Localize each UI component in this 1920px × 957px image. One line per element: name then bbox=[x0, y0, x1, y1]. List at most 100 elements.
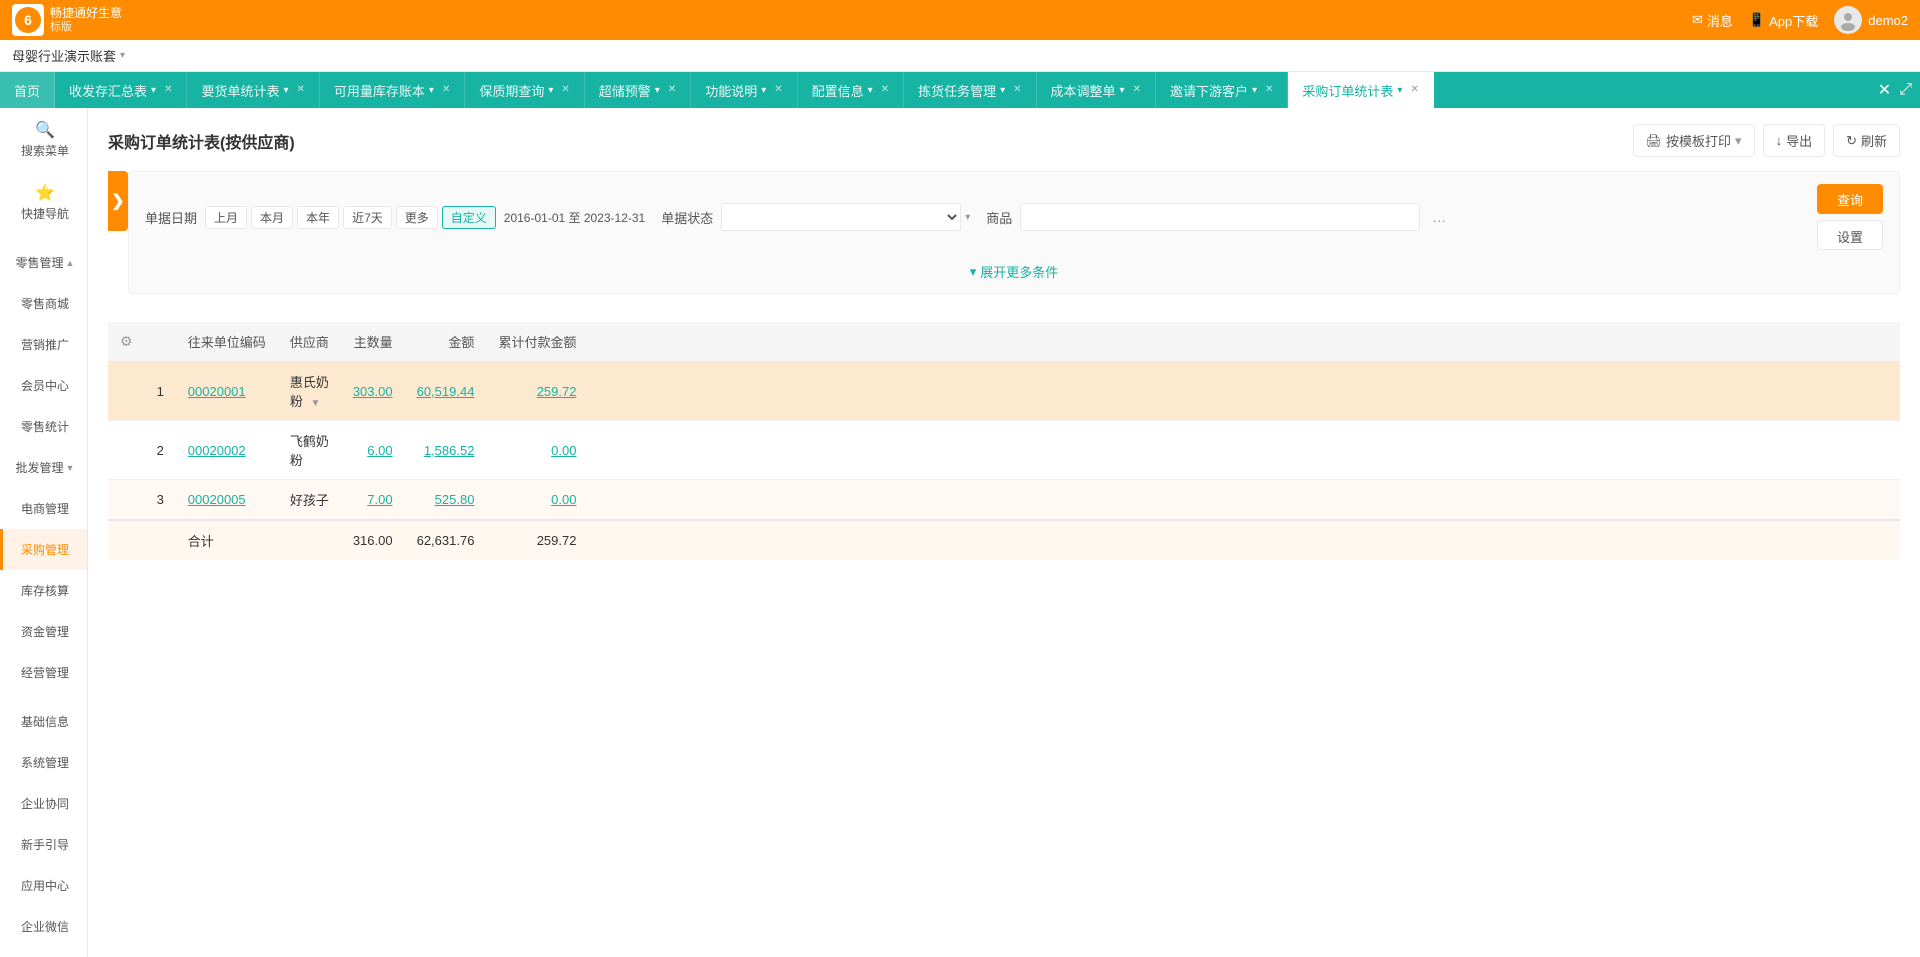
tab-close-icon[interactable]: ✕ bbox=[561, 85, 569, 95]
sidebar-item-newguide[interactable]: 新手引导 bbox=[0, 824, 87, 865]
footer-paid: 259.72 bbox=[486, 520, 588, 560]
status-dropdown-icon: ▾ bbox=[965, 212, 970, 223]
sidebar-item-ecom[interactable]: 电商管理 bbox=[0, 488, 87, 529]
tab-zhehuo[interactable]: 拣货任务管理 ▾ ✕ bbox=[904, 72, 1036, 108]
sidebar-item-search[interactable]: 🔍 搜索菜单 bbox=[0, 108, 87, 171]
row-paid: 0.00 bbox=[486, 421, 588, 480]
tab-close-icon[interactable]: ✕ bbox=[668, 85, 676, 95]
expand-more-btn[interactable]: ▾ 展开更多条件 bbox=[970, 262, 1059, 281]
filter-expand-row: ▾ 展开更多条件 bbox=[145, 254, 1883, 281]
page-header: 采购订单统计表(按供应商) 🖨 按模板打印 ▾ ↓ 导出 ↻ bbox=[108, 124, 1900, 157]
date-btn-7days[interactable]: 近7天 bbox=[343, 206, 392, 229]
sidebar-item-retail[interactable]: 零售管理 ▲ bbox=[0, 242, 87, 283]
tab-chengben[interactable]: 成本调整单 ▾ ✕ bbox=[1037, 72, 1156, 108]
tab-close-icon[interactable]: ✕ bbox=[1133, 85, 1141, 95]
tab-close-icon[interactable]: ✕ bbox=[774, 85, 782, 95]
sidebar-item-appcenter[interactable]: 应用中心 bbox=[0, 865, 87, 906]
tab-arrow-icon: ▾ bbox=[761, 85, 766, 96]
sidebar-item-vip[interactable]: 畅会员 bbox=[0, 947, 87, 957]
tab-close-icon[interactable]: ✕ bbox=[442, 85, 450, 95]
tab-close-icon[interactable]: ✕ bbox=[297, 85, 305, 95]
app-download-btn[interactable]: 📱 App下载 bbox=[1749, 11, 1818, 30]
table-settings-icon[interactable]: ⚙ bbox=[120, 333, 133, 349]
date-btn-more[interactable]: 更多 bbox=[396, 206, 438, 229]
table-header: ⚙ 往来单位编码 供应商 主数量 金额 累计付款金额 bbox=[108, 322, 1900, 362]
nav-tabs-end: ✕ ⤢ bbox=[1870, 72, 1920, 108]
table-row: 3 00020005 好孩子 7.00 525.80 0.00 bbox=[108, 480, 1900, 521]
row-seq: 1 bbox=[145, 362, 176, 421]
tab-peizhi[interactable]: 配置信息 ▾ ✕ bbox=[798, 72, 904, 108]
sidebar-item-stock[interactable]: 库存核算 bbox=[0, 570, 87, 611]
date-btn-group: 上月 本月 本年 近7天 更多 自定义 bbox=[205, 206, 496, 229]
print-button[interactable]: 🖨 按模板打印 ▾ bbox=[1633, 124, 1755, 157]
sidebar-item-enterprise[interactable]: 企业协同 bbox=[0, 783, 87, 824]
workspace-selector[interactable]: 母婴行业演示账套 ▾ bbox=[12, 46, 125, 65]
tab-close-icon[interactable]: ✕ bbox=[1013, 85, 1021, 95]
sidebar-item-finance[interactable]: 资金管理 bbox=[0, 611, 87, 652]
sidebar-item-basic[interactable]: 基础信息 bbox=[0, 701, 87, 742]
row-paid: 259.72 bbox=[486, 362, 588, 421]
col-seq bbox=[145, 322, 176, 362]
export-button[interactable]: ↓ 导出 bbox=[1763, 124, 1826, 157]
tab-yaoqing[interactable]: 邀请下游客户 ▾ ✕ bbox=[1156, 72, 1288, 108]
date-btn-last-month[interactable]: 上月 bbox=[205, 206, 247, 229]
sidebar-item-retail-shop[interactable]: 零售商城 bbox=[0, 283, 87, 324]
sidebar-item-marketing[interactable]: 营销推广 bbox=[0, 324, 87, 365]
date-custom-badge[interactable]: 自定义 bbox=[442, 206, 496, 229]
row-paid: 0.00 bbox=[486, 480, 588, 521]
tab-close-icon[interactable]: ✕ bbox=[1265, 85, 1273, 95]
tab-close-icon[interactable]: ✕ bbox=[164, 85, 172, 95]
date-filter-label: 单据日期 bbox=[145, 208, 197, 227]
query-action-group: 查询 设置 bbox=[1817, 184, 1883, 250]
tab-keyongliang[interactable]: 可用量库存账本 ▾ ✕ bbox=[320, 72, 465, 108]
refresh-button[interactable]: ↻ 刷新 bbox=[1833, 124, 1900, 157]
tab-arrow-icon: ▾ bbox=[1252, 85, 1257, 96]
print-arrow-icon: ▾ bbox=[1735, 133, 1742, 149]
setting-button[interactable]: 设置 bbox=[1817, 220, 1883, 250]
sidebar-item-batch[interactable]: 批发管理 ▼ bbox=[0, 447, 87, 488]
message-btn[interactable]: ✉ 消息 bbox=[1692, 11, 1733, 30]
user-avatar[interactable]: demo2 bbox=[1834, 6, 1908, 34]
sidebar-item-quick[interactable]: ⭐ 快捷导航 bbox=[0, 171, 87, 234]
date-btn-this-year[interactable]: 本年 bbox=[297, 206, 339, 229]
goods-input[interactable] bbox=[1020, 203, 1420, 231]
sidebar-item-operation[interactable]: 经营管理 bbox=[0, 652, 87, 693]
tab-gongneng[interactable]: 功能说明 ▾ ✕ bbox=[691, 72, 797, 108]
tab-caigou[interactable]: 采购订单统计表 ▾ ✕ bbox=[1288, 72, 1433, 108]
col-settings: ⚙ bbox=[108, 322, 145, 362]
footer-spacer-3 bbox=[588, 520, 1900, 560]
tab-home[interactable]: 首页 bbox=[0, 72, 55, 108]
expand-all-icon[interactable]: ⤢ bbox=[1899, 81, 1912, 99]
sidebar: 🔍 搜索菜单 ⭐ 快捷导航 零售管理 ▲ 零售商城 营销推广 会员中心 bbox=[0, 108, 88, 957]
tab-baoquan[interactable]: 保质期查询 ▾ ✕ bbox=[465, 72, 584, 108]
tab-arrow-icon: ▾ bbox=[548, 85, 553, 96]
sidebar-item-retail-stat[interactable]: 零售统计 bbox=[0, 406, 87, 447]
sidebar-item-purchase[interactable]: 采购管理 bbox=[0, 529, 87, 570]
col-amount: 金额 bbox=[405, 322, 487, 362]
tab-shoufahui[interactable]: 收发存汇总表 ▾ ✕ bbox=[55, 72, 187, 108]
status-select[interactable] bbox=[721, 203, 961, 231]
row-spacer bbox=[588, 362, 1900, 421]
close-all-icon[interactable]: ✕ bbox=[1878, 80, 1891, 100]
date-btn-this-month[interactable]: 本月 bbox=[251, 206, 293, 229]
tab-close-icon[interactable]: ✕ bbox=[1410, 85, 1418, 95]
tab-chaochuyu[interactable]: 超储预警 ▾ ✕ bbox=[585, 72, 691, 108]
sidebar-item-member[interactable]: 会员中心 bbox=[0, 365, 87, 406]
sidebar-item-system[interactable]: 系统管理 bbox=[0, 742, 87, 783]
top-bar: 6 畅捷通好生意 标版 ✉ 消息 📱 App下载 bbox=[0, 0, 1920, 40]
footer-spacer-2 bbox=[145, 520, 176, 560]
sidebar-item-wechat[interactable]: 企业微信 bbox=[0, 906, 87, 947]
page-title: 采购订单统计表(按供应商) bbox=[108, 129, 295, 153]
row-supplier: 飞鹤奶粉 bbox=[278, 421, 341, 480]
tab-close-icon[interactable]: ✕ bbox=[881, 85, 889, 95]
footer-spacer bbox=[108, 520, 145, 560]
expand-row-icon[interactable]: ▼ bbox=[310, 398, 320, 409]
goods-more-icon[interactable]: … bbox=[1428, 209, 1450, 225]
tab-yaohuo[interactable]: 要货单统计表 ▾ ✕ bbox=[187, 72, 319, 108]
content-area: 采购订单统计表(按供应商) 🖨 按模板打印 ▾ ↓ 导出 ↻ bbox=[88, 108, 1920, 957]
col-spacer bbox=[588, 322, 1900, 362]
filter-toggle-btn[interactable]: ❯ bbox=[108, 171, 128, 231]
tab-arrow-icon: ▾ bbox=[151, 85, 156, 96]
query-button[interactable]: 查询 bbox=[1817, 184, 1883, 214]
row-amount: 60,519.44 bbox=[405, 362, 487, 421]
